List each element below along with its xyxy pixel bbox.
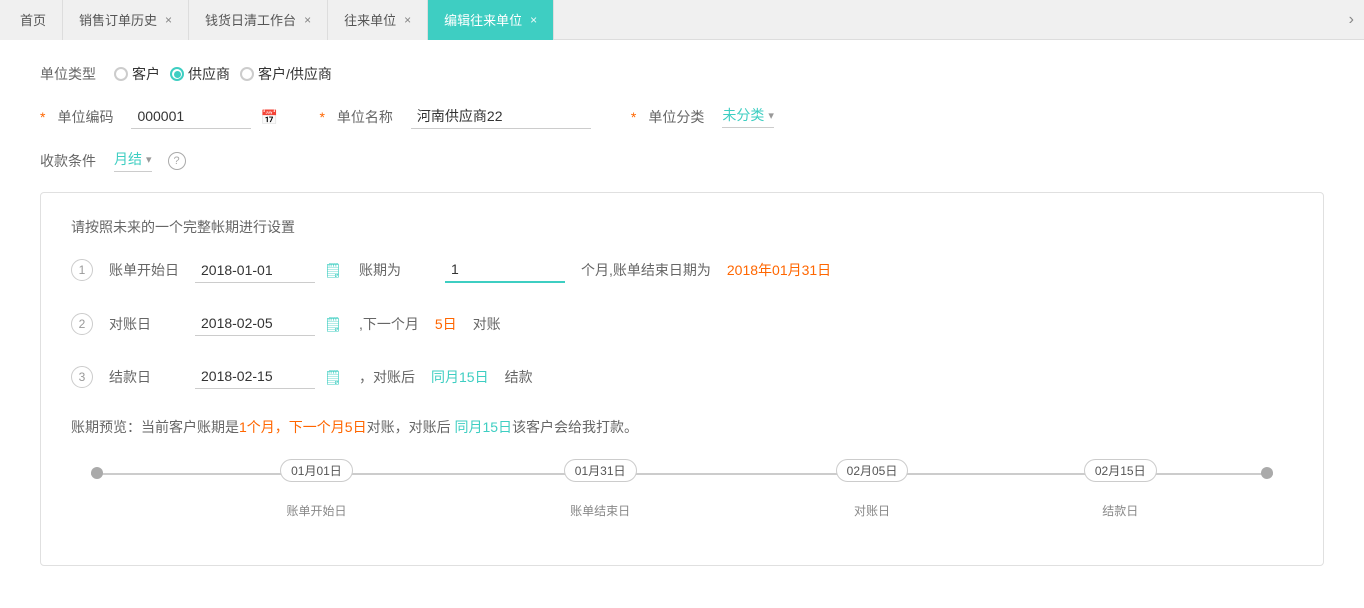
step1-calendar-icon[interactable]: 🗒 [323,260,343,280]
preview-prefix: 账期预览：当前客户账期是 [71,419,239,435]
preview-p2: 下一个月5日 [289,419,367,435]
unit-code-label: 单位编码 [57,107,113,127]
unit-type-label: 单位类型 [40,64,96,84]
tab-edit-partner-close[interactable]: × [530,13,537,27]
code-required-star: * [40,109,45,125]
timeline-label-1: 账单开始日 [280,502,353,519]
tab-home[interactable]: 首页 [0,0,63,40]
timeline-dot-start [91,467,103,479]
unit-category-chevron: ▾ [768,109,774,122]
step3-calendar-icon[interactable]: 🗒 [323,367,343,387]
step2-suffix-post: 对账 [473,314,501,334]
preview-mid: 对账，对账后 [367,419,451,435]
unit-code-field-group: 📅 [131,104,279,129]
step1-row: 1 账单开始日 🗒 账期为 个月,账单结束日期为 2018年01月31日 [71,257,1293,283]
step2-date-group: 🗒 [195,311,343,336]
unit-type-row: 单位类型 客户 供应商 客户/供应商 [40,64,1324,84]
step3-num: 3 [71,366,93,388]
tab-sales-history[interactable]: 销售订单历史 × [63,0,189,40]
step1-date-input[interactable] [195,258,315,283]
settings-panel: 请按照未来的一个完整帐期进行设置 1 账单开始日 🗒 账期为 个月,账单结束日期… [40,192,1324,566]
payment-term-chevron: ▾ [146,153,152,166]
step3-suffix-pre: ，对账后 [359,367,415,387]
tab-cashflow[interactable]: 钱货日清工作台 × [189,0,328,40]
tabs-bar: 首页 销售订单历史 × 钱货日清工作台 × 往来单位 × 编辑往来单位 × › [0,0,1364,40]
timeline-point-3: 02月05日 对账日 [836,459,909,519]
timeline-label-3: 对账日 [836,502,909,519]
tabs-arrow[interactable]: › [1339,11,1364,29]
unit-category-value: 未分类 [722,105,764,125]
step1-date-group: 🗒 [195,258,343,283]
step3-suffix-highlight: 同月15日 [431,367,489,387]
timeline-point-2: 01月31日 账单结束日 [564,459,637,519]
tab-cashflow-close[interactable]: × [304,13,311,27]
radio-both-circle [240,67,254,81]
payment-terms-row: 收款条件 月结 ▾ ? [40,149,1324,172]
timeline-label-4: 结款日 [1084,502,1157,519]
step3-suffix-post: 结款 [505,367,533,387]
timeline-label-2: 账单结束日 [564,502,637,519]
tab-sales-history-close[interactable]: × [165,13,172,27]
timeline-badge-1: 01月01日 [280,459,353,482]
unit-category-select-wrapper[interactable]: 未分类 ▾ [722,105,774,128]
payment-term-label: 收款条件 [40,151,96,171]
radio-customer[interactable]: 客户 [114,64,160,84]
step3-date-input[interactable] [195,364,315,389]
unit-name-input[interactable] [411,104,591,129]
timeline-badge-4: 02月15日 [1084,459,1157,482]
step1-period-end-date: 2018年01月31日 [727,260,831,280]
step2-date-input[interactable] [195,311,315,336]
timeline-point-1: 01月01日 账单开始日 [280,459,353,519]
tab-partners-close[interactable]: × [404,13,411,27]
tab-partners[interactable]: 往来单位 × [328,0,428,40]
timeline-badge-2: 01月31日 [564,459,637,482]
payment-term-value: 月结 [114,149,142,169]
step3-label: 结款日 [109,367,179,387]
name-required-star: * [319,109,324,125]
payment-term-select-wrapper[interactable]: 月结 ▾ [114,149,152,172]
payment-term-help-icon[interactable]: ? [168,152,186,170]
step2-row: 2 对账日 🗒 ,下一个月 5日对账 [71,311,1293,336]
step1-period-input[interactable] [445,257,565,283]
unit-category-label: 单位分类 [648,107,704,127]
step1-label: 账单开始日 [109,260,179,280]
radio-supplier-circle [170,67,184,81]
step2-suffix-pre: ,下一个月 [359,314,419,334]
step2-suffix-highlight: 5日 [435,314,457,334]
step1-num: 1 [71,259,93,281]
timeline: 01月01日 账单开始日 01月31日 账单结束日 02月05日 对账日 02月… [91,461,1273,541]
step1-period-label: 账期为 [359,260,429,280]
tab-edit-partner[interactable]: 编辑往来单位 × [428,0,554,40]
unit-code-input[interactable] [131,104,251,129]
timeline-dot-end [1261,467,1273,479]
timeline-point-4: 02月15日 结款日 [1084,459,1157,519]
step2-label: 对账日 [109,314,179,334]
step2-num: 2 [71,313,93,335]
preview-p3: 同月15日 [454,419,512,435]
step3-date-group: 🗒 [195,364,343,389]
radio-both[interactable]: 客户/供应商 [240,64,332,84]
step2-calendar-icon[interactable]: 🗒 [323,314,343,334]
step1-period-unit: 个月,账单结束日期为 [581,260,711,280]
preview-suffix: 该客户会给我打款。 [512,419,638,435]
radio-supplier[interactable]: 供应商 [170,64,230,84]
radio-customer-circle [114,67,128,81]
timeline-container: 01月01日 账单开始日 01月31日 账单结束日 02月05日 对账日 02月… [71,461,1293,541]
main-content: 单位类型 客户 供应商 客户/供应商 * 单位编码 📅 * 单位名称 * 单位分… [0,40,1364,608]
panel-title: 请按照未来的一个完整帐期进行设置 [71,217,1293,237]
category-required-star: * [631,109,636,125]
unit-code-calendar-icon[interactable]: 📅 [259,107,279,127]
step3-row: 3 结款日 🗒 ，对账后同月15日结款 [71,364,1293,389]
timeline-badge-3: 02月05日 [836,459,909,482]
preview-text: 账期预览：当前客户账期是1个月，下一个月5日对账，对账后 同月15日该客户会给我… [71,417,1293,437]
preview-p1: 1个月， [239,419,289,435]
unit-name-label: 单位名称 [337,107,393,127]
code-name-category-row: * 单位编码 📅 * 单位名称 * 单位分类 未分类 ▾ [40,104,1324,129]
